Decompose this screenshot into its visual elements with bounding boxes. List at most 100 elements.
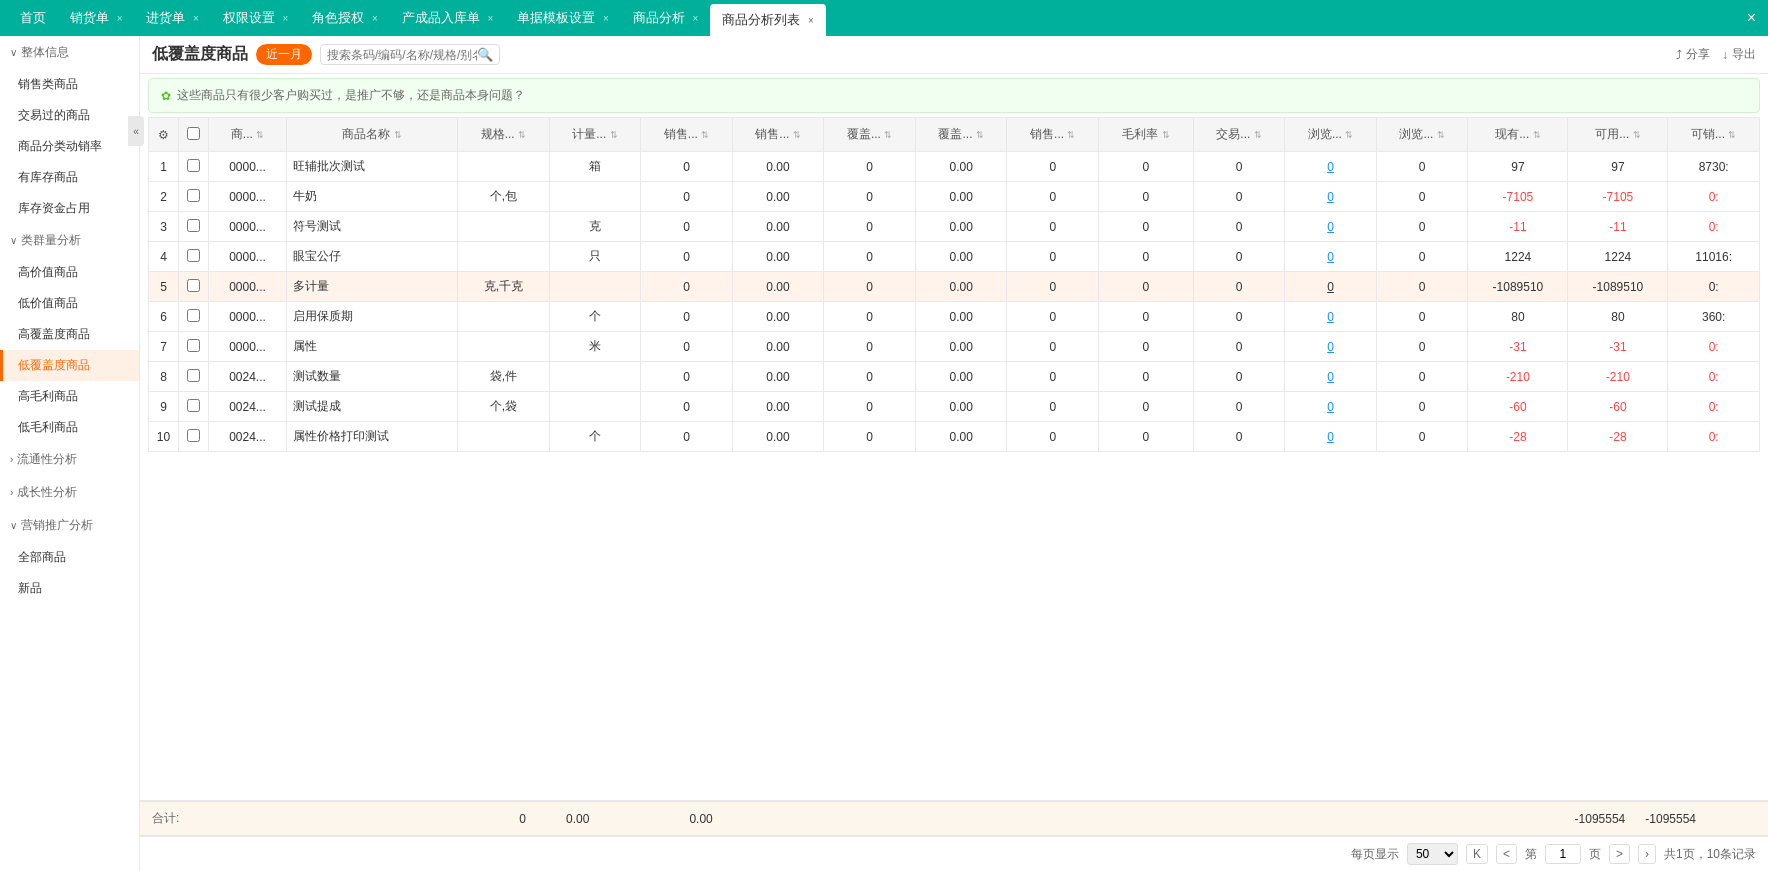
time-filter-button[interactable]: 近一月 bbox=[256, 44, 312, 65]
col-settings[interactable]: ⚙ bbox=[149, 118, 179, 152]
close-permission-tab[interactable]: × bbox=[283, 13, 289, 24]
row-browse1[interactable]: 0 bbox=[1285, 272, 1377, 302]
sidebar-item-new-products[interactable]: 新品 bbox=[0, 573, 139, 604]
export-button[interactable]: ↓ 导出 bbox=[1722, 46, 1756, 63]
col-sellable[interactable]: 可销... ⇅ bbox=[1668, 118, 1760, 152]
nav-tab-purchase[interactable]: 进货单 × bbox=[134, 0, 210, 36]
nav-tab-home[interactable]: 首页 bbox=[8, 0, 58, 36]
close-sales-tab[interactable]: × bbox=[117, 13, 123, 24]
first-page-button[interactable]: K bbox=[1466, 844, 1488, 864]
nav-tab-analysis-list[interactable]: 商品分析列表 × bbox=[710, 4, 825, 36]
row-num: 4 bbox=[149, 242, 179, 272]
row-trade: 0 bbox=[1193, 302, 1285, 332]
row-browse1[interactable]: 0 bbox=[1285, 302, 1377, 332]
sidebar-section-overall[interactable]: ∨ 整体信息 bbox=[0, 36, 139, 69]
footer-label: 合计: bbox=[152, 810, 179, 827]
sidebar-item-category-rate[interactable]: 商品分类动销率 bbox=[0, 131, 139, 162]
col-name[interactable]: 商品名称 ⇅ bbox=[287, 118, 458, 152]
row-name: 属性 bbox=[287, 332, 458, 362]
close-template-tab[interactable]: × bbox=[603, 13, 609, 24]
col-unit[interactable]: 计量... ⇅ bbox=[549, 118, 641, 152]
sidebar-section-circulation[interactable]: › 流通性分析 bbox=[0, 443, 139, 476]
sidebar-section-marketing[interactable]: ∨ 营销推广分析 bbox=[0, 509, 139, 542]
col-checkbox[interactable] bbox=[179, 118, 209, 152]
settings-icon[interactable]: ⚙ bbox=[158, 128, 169, 142]
share-button[interactable]: ⤴ 分享 bbox=[1676, 46, 1710, 63]
col-cover2[interactable]: 覆盖... ⇅ bbox=[915, 118, 1007, 152]
row-browse1[interactable]: 0 bbox=[1285, 152, 1377, 182]
sidebar-collapse-button[interactable]: « bbox=[128, 116, 144, 146]
row-cover2: 0.00 bbox=[915, 182, 1007, 212]
content-area: 低覆盖度商品 近一月 🔍 ⤴ 分享 ↓ 导出 bbox=[140, 36, 1768, 871]
row-checkbox[interactable] bbox=[179, 362, 209, 392]
nav-tab-analysis[interactable]: 商品分析 × bbox=[621, 0, 710, 36]
sidebar-item-low-value[interactable]: 低价值商品 bbox=[0, 288, 139, 319]
row-checkbox[interactable] bbox=[179, 212, 209, 242]
sidebar-section-cluster[interactable]: ∨ 类群量分析 bbox=[0, 224, 139, 257]
search-icon[interactable]: 🔍 bbox=[477, 47, 493, 62]
sidebar-item-traded-products[interactable]: 交易过的商品 bbox=[0, 100, 139, 131]
close-role-tab[interactable]: × bbox=[372, 13, 378, 24]
sidebar-item-low-coverage[interactable]: 低覆盖度商品 bbox=[0, 350, 139, 381]
col-current[interactable]: 现有... ⇅ bbox=[1468, 118, 1568, 152]
col-available[interactable]: 可用... ⇅ bbox=[1568, 118, 1668, 152]
row-checkbox[interactable] bbox=[179, 152, 209, 182]
sidebar-item-sales-products[interactable]: 销售类商品 bbox=[0, 69, 139, 100]
nav-tab-sales[interactable]: 销货单 × bbox=[58, 0, 134, 36]
row-checkbox[interactable] bbox=[179, 272, 209, 302]
sidebar-item-low-margin[interactable]: 低毛利商品 bbox=[0, 412, 139, 443]
row-browse1[interactable]: 0 bbox=[1285, 422, 1377, 452]
close-all-button[interactable]: × bbox=[1747, 9, 1756, 27]
last-page-button[interactable]: › bbox=[1638, 844, 1656, 864]
col-browse2[interactable]: 浏览... ⇅ bbox=[1376, 118, 1468, 152]
row-browse1[interactable]: 0 bbox=[1285, 332, 1377, 362]
page-number-input[interactable] bbox=[1545, 844, 1581, 864]
nav-tab-products[interactable]: 产成品入库单 × bbox=[390, 0, 505, 36]
select-all-checkbox[interactable] bbox=[187, 127, 200, 140]
row-browse1[interactable]: 0 bbox=[1285, 242, 1377, 272]
col-code[interactable]: 商... ⇅ bbox=[209, 118, 287, 152]
search-input[interactable] bbox=[327, 48, 477, 62]
row-sales-qty: 0 bbox=[641, 182, 733, 212]
close-analysis-tab[interactable]: × bbox=[692, 13, 698, 24]
close-purchase-tab[interactable]: × bbox=[193, 13, 199, 24]
table-row: 9 0024... 测试提成 个,袋 0 0.00 0 0.00 0 0 0 0… bbox=[149, 392, 1760, 422]
row-browse1[interactable]: 0 bbox=[1285, 392, 1377, 422]
next-page-button[interactable]: > bbox=[1609, 844, 1630, 864]
col-trade[interactable]: 交易... ⇅ bbox=[1193, 118, 1285, 152]
sidebar-item-inventory-products[interactable]: 有库存商品 bbox=[0, 162, 139, 193]
row-sales-amt: 0.00 bbox=[732, 242, 824, 272]
col-sales-qty[interactable]: 销售... ⇅ bbox=[641, 118, 733, 152]
row-checkbox[interactable] bbox=[179, 332, 209, 362]
prev-page-button[interactable]: < bbox=[1496, 844, 1517, 864]
row-checkbox[interactable] bbox=[179, 422, 209, 452]
close-analysis-list-tab[interactable]: × bbox=[808, 15, 814, 26]
row-checkbox[interactable] bbox=[179, 182, 209, 212]
nav-tab-role[interactable]: 角色授权 × bbox=[300, 0, 389, 36]
nav-tab-template[interactable]: 单据模板设置 × bbox=[505, 0, 620, 36]
nav-tab-permission[interactable]: 权限设置 × bbox=[211, 0, 300, 36]
col-spec[interactable]: 规格... ⇅ bbox=[458, 118, 550, 152]
row-checkbox[interactable] bbox=[179, 302, 209, 332]
col-gross[interactable]: 毛利率 ⇅ bbox=[1099, 118, 1194, 152]
col-sales-amt[interactable]: 销售... ⇅ bbox=[732, 118, 824, 152]
row-browse1[interactable]: 0 bbox=[1285, 362, 1377, 392]
row-browse1[interactable]: 0 bbox=[1285, 182, 1377, 212]
row-browse1[interactable]: 0 bbox=[1285, 212, 1377, 242]
sidebar-item-all-products[interactable]: 全部商品 bbox=[0, 542, 139, 573]
row-checkbox[interactable] bbox=[179, 392, 209, 422]
row-available: 80 bbox=[1568, 302, 1668, 332]
sidebar-item-high-value[interactable]: 高价值商品 bbox=[0, 257, 139, 288]
sidebar-item-high-margin[interactable]: 高毛利商品 bbox=[0, 381, 139, 412]
col-browse1[interactable]: 浏览... ⇅ bbox=[1285, 118, 1377, 152]
col-cover1[interactable]: 覆盖... ⇅ bbox=[824, 118, 916, 152]
row-code: 0000... bbox=[209, 242, 287, 272]
close-products-tab[interactable]: × bbox=[488, 13, 494, 24]
page-size-select[interactable]: 50 10 20 100 bbox=[1407, 843, 1458, 865]
sidebar-section-growth[interactable]: › 成长性分析 bbox=[0, 476, 139, 509]
sidebar-item-high-coverage[interactable]: 高覆盖度商品 bbox=[0, 319, 139, 350]
col-sales3[interactable]: 销售... ⇅ bbox=[1007, 118, 1099, 152]
row-checkbox[interactable] bbox=[179, 242, 209, 272]
sidebar-item-inventory-capital[interactable]: 库存资金占用 bbox=[0, 193, 139, 224]
table-row: 3 0000... 符号测试 克 0 0.00 0 0.00 0 0 0 0 0… bbox=[149, 212, 1760, 242]
